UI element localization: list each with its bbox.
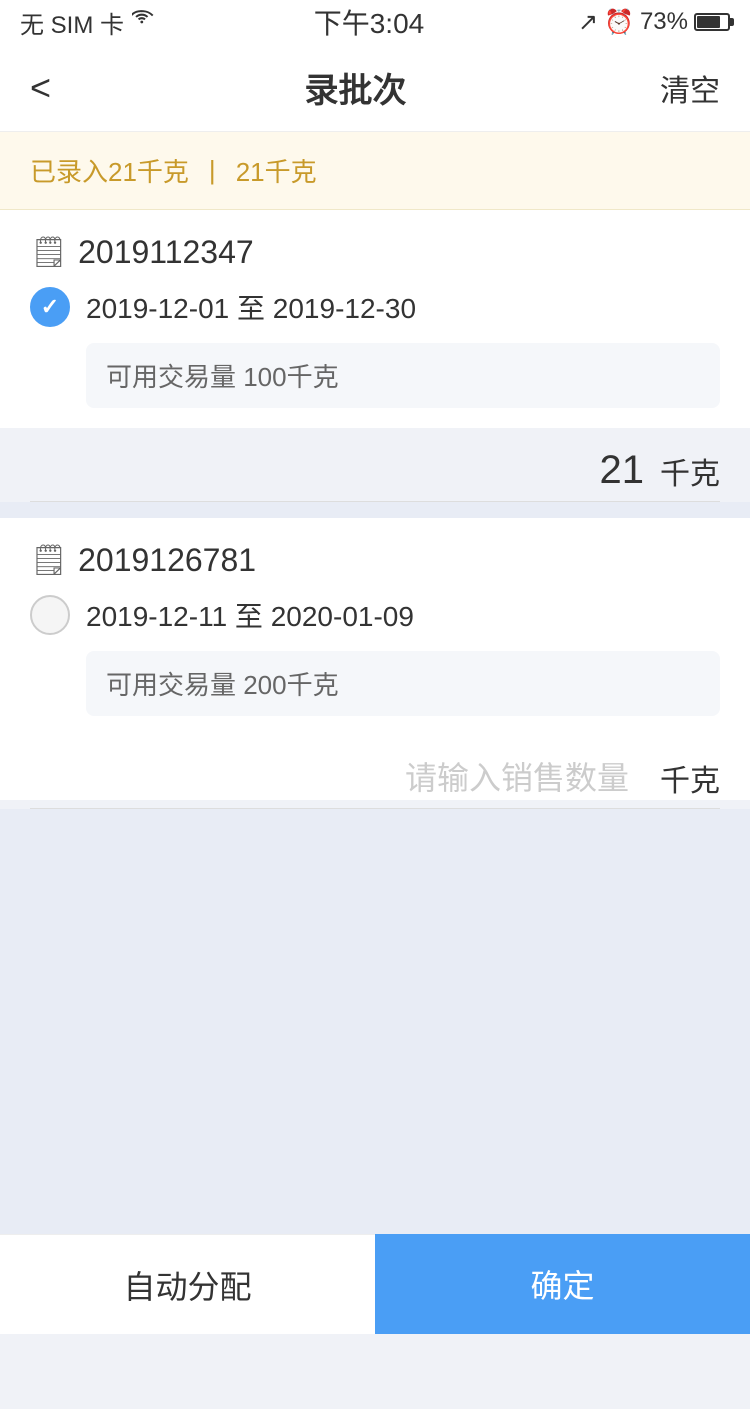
summary-bar: 已录入21千克 | 21千克	[0, 132, 750, 210]
carrier-text: 无 SIM 卡	[20, 5, 124, 40]
battery-percent: 73%	[640, 8, 688, 36]
status-left: 无 SIM 卡	[20, 5, 160, 40]
input-row-2: 千克	[0, 736, 750, 800]
batch-item-2: 🗒 2019126781 2019-12-11 至 2020-01-09 可用交…	[0, 518, 750, 736]
batch-date-row-1[interactable]: 2019-12-01 至 2019-12-30	[30, 287, 720, 327]
batch-header-1: 🗒 2019112347	[30, 234, 720, 271]
amount-row-1: 21 千克	[0, 428, 750, 493]
batch-date-row-2[interactable]: 2019-12-11 至 2020-01-09	[30, 595, 720, 635]
amount-value-1: 21	[600, 448, 645, 493]
batch-date-1: 2019-12-01 至 2019-12-30	[86, 287, 416, 327]
bottom-bar: 自动分配 确定	[0, 1234, 750, 1334]
batch-date-2: 2019-12-11 至 2020-01-09	[86, 595, 414, 635]
status-bar: 无 SIM 卡 下午3:04 ↗ ⏰ 73%	[0, 0, 750, 44]
clear-button[interactable]: 清空	[660, 66, 720, 110]
radio-button-2[interactable]	[30, 595, 70, 635]
back-button[interactable]: <	[30, 67, 51, 109]
batch-item-1: 🗒 2019112347 2019-12-01 至 2019-12-30 可用交…	[0, 210, 750, 428]
amount-unit-1: 千克	[660, 449, 720, 493]
wifi-icon	[132, 8, 160, 37]
sales-quantity-input[interactable]	[344, 760, 644, 797]
batch-header-2: 🗒 2019126781	[30, 542, 720, 579]
batch-available-2: 可用交易量 200千克	[86, 651, 720, 716]
status-right: ↗ ⏰ 73%	[578, 8, 730, 37]
batch-id-1: 2019112347	[78, 234, 254, 271]
summary-divider: |	[209, 155, 216, 186]
status-time: 下午3:04	[314, 2, 425, 42]
page-title: 录批次	[305, 63, 407, 112]
batch-available-1: 可用交易量 100千克	[86, 343, 720, 408]
batch-separator	[0, 502, 750, 518]
location-icon: ↗	[578, 8, 598, 37]
alarm-icon: ⏰	[604, 8, 634, 37]
nav-bar: < 录批次 清空	[0, 44, 750, 132]
input-unit-2: 千克	[660, 756, 720, 800]
batch-icon-1: 🗒	[30, 235, 68, 270]
batch-id-2: 2019126781	[78, 542, 256, 579]
radio-button-1[interactable]	[30, 287, 70, 327]
auto-distribute-button[interactable]: 自动分配	[0, 1234, 375, 1334]
batch-icon-2: 🗒	[30, 543, 68, 578]
confirm-button[interactable]: 确定	[375, 1234, 750, 1334]
recorded-label: 已录入21千克	[30, 152, 189, 189]
battery-icon	[694, 13, 730, 31]
main-content: 🗒 2019112347 2019-12-01 至 2019-12-30 可用交…	[0, 210, 750, 1409]
total-label: 21千克	[236, 152, 317, 189]
